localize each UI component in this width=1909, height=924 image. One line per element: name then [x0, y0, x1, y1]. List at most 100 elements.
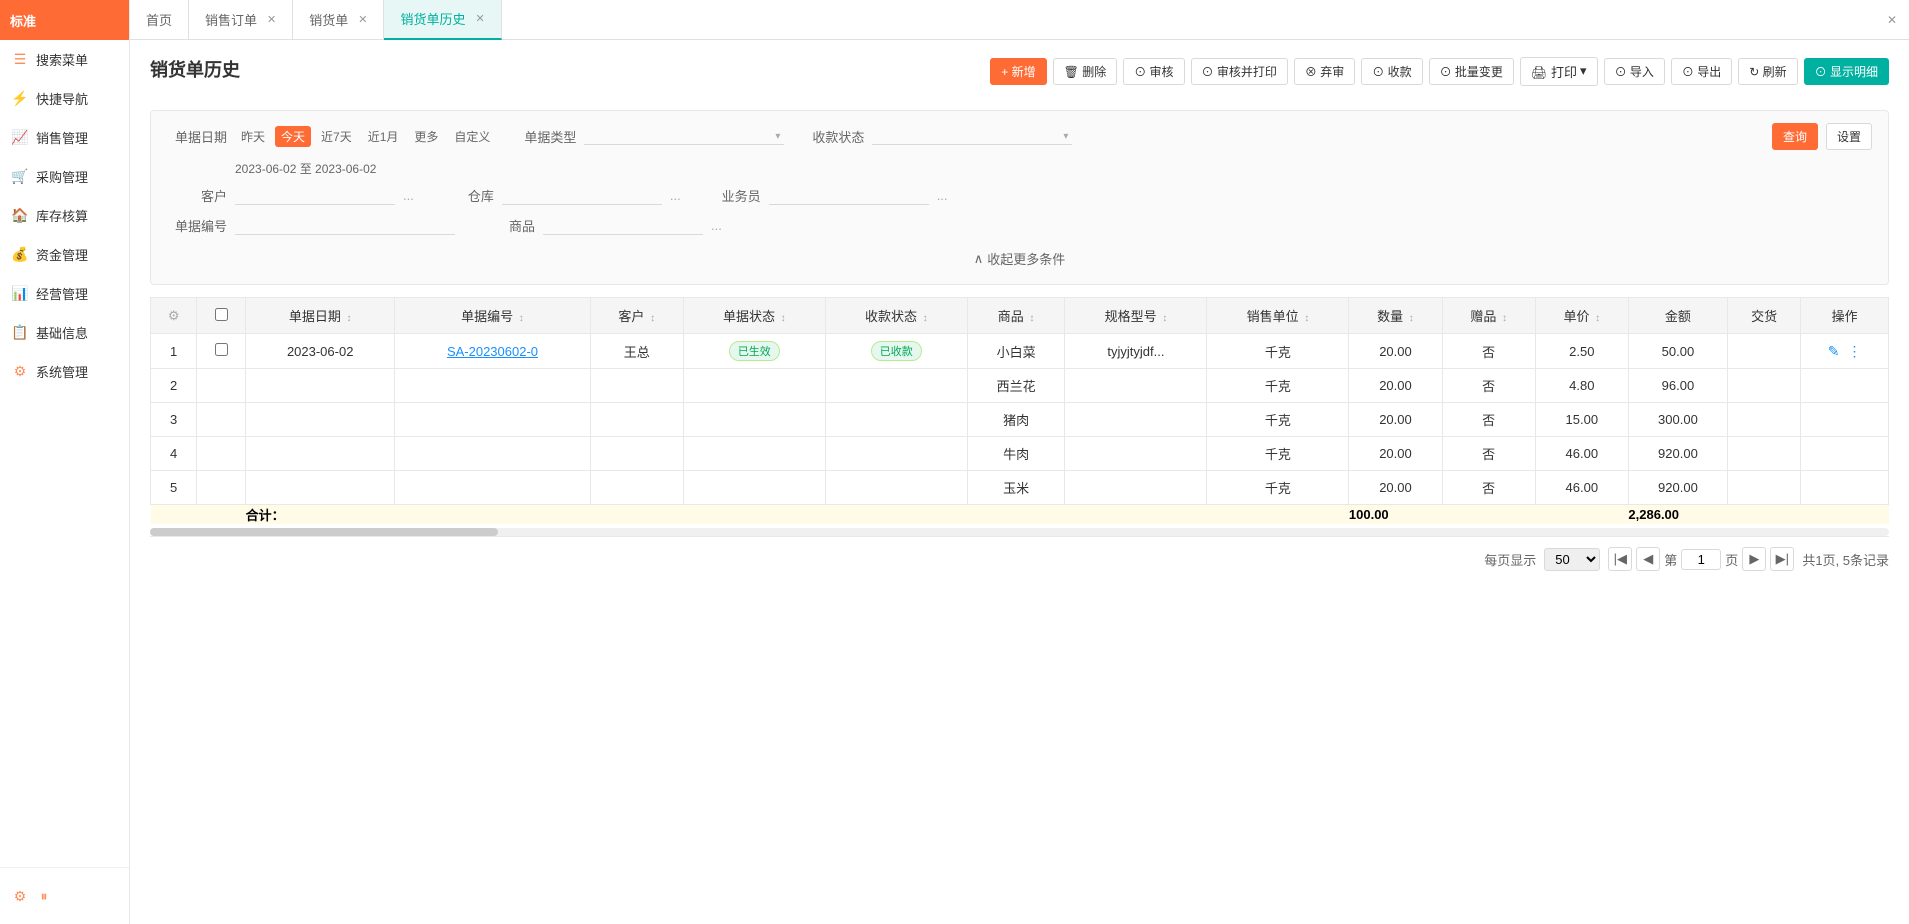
filter-customer: 客户 ...: [167, 185, 414, 205]
date-last7days[interactable]: 近7天: [315, 126, 358, 147]
close-sales-delivery-icon[interactable]: ✕: [358, 13, 367, 26]
sort-gift-icon[interactable]: ↕: [1502, 313, 1507, 324]
date-last1month[interactable]: 近1月: [362, 126, 405, 147]
th-amount: 金额: [1628, 298, 1727, 334]
filter-row-3: 单据编号 商品 ...: [167, 215, 1872, 235]
doc-no-link[interactable]: SA-20230602-0: [447, 344, 538, 359]
select-all-checkbox[interactable]: [215, 308, 228, 321]
cell-unit-price: 4.80: [1535, 369, 1628, 403]
payment-status-select[interactable]: ▾: [872, 129, 1072, 145]
page-number-input[interactable]: 1: [1681, 549, 1721, 570]
product-dots[interactable]: ...: [711, 218, 722, 233]
sort-customer-icon[interactable]: ↕: [650, 313, 655, 324]
audit-button[interactable]: ⊙ 审核: [1123, 58, 1184, 85]
sidebar-item-operations[interactable]: 📊 经营管理: [0, 274, 129, 313]
sort-date-icon[interactable]: ↕: [347, 313, 352, 324]
tab-sales-delivery-label: 销货单: [309, 10, 348, 29]
th-action: 操作: [1801, 298, 1889, 334]
export-button[interactable]: ⊙ 导出: [1671, 58, 1732, 85]
page-size-select[interactable]: 50 100 200: [1544, 548, 1600, 571]
sort-pay-status-icon[interactable]: ↕: [923, 313, 928, 324]
cell-unit: 千克: [1207, 437, 1349, 471]
edit-icon[interactable]: ✎: [1828, 343, 1840, 360]
row-checkbox[interactable]: [215, 343, 228, 356]
cell-trade: [1727, 369, 1800, 403]
new-button[interactable]: + 新增: [990, 58, 1046, 85]
date-more[interactable]: 更多: [408, 126, 444, 147]
tab-home[interactable]: 首页: [130, 0, 189, 40]
close-sales-order-icon[interactable]: ✕: [267, 13, 276, 26]
cell-doc-no: [395, 471, 590, 505]
first-page-button[interactable]: |◀: [1608, 547, 1632, 571]
cell-action: [1801, 471, 1889, 505]
sort-spec-icon[interactable]: ↕: [1162, 313, 1167, 324]
sort-doc-no-icon[interactable]: ↕: [519, 313, 524, 324]
tab-sales-delivery[interactable]: 销货单 ✕: [293, 0, 384, 40]
horizontal-scrollbar[interactable]: [150, 528, 1889, 536]
sort-quantity-icon[interactable]: ↕: [1409, 313, 1414, 324]
discard-button[interactable]: ⊗ 弃审: [1294, 58, 1355, 85]
sort-unit-price-icon[interactable]: ↕: [1595, 313, 1600, 324]
sidebar-settings-bottom[interactable]: ⚙ ⏸: [0, 878, 129, 914]
prev-page-button[interactable]: ◀: [1636, 547, 1660, 571]
sidebar-item-system-mgmt[interactable]: ⚙ 系统管理: [0, 352, 129, 391]
summary-total-amount: 2,286.00: [1628, 505, 1727, 525]
import-button[interactable]: ⊙ 导入: [1604, 58, 1665, 85]
system-mgmt-icon: ⚙: [12, 364, 28, 380]
refresh-button[interactable]: ↻ 刷新: [1738, 58, 1797, 85]
filter-area: 单据日期 昨天 今天 近7天 近1月 更多 自定义 单据类型: [150, 110, 1889, 285]
tab-sales-order-label: 销售订单: [205, 10, 257, 29]
close-sales-history-icon[interactable]: ✕: [476, 12, 485, 25]
sidebar-item-search-menu[interactable]: ☰ 搜索菜单: [0, 40, 129, 79]
settings-gear-icon[interactable]: ⚙: [168, 308, 180, 323]
batch-change-button[interactable]: ⊙ 批量变更: [1429, 58, 1514, 85]
show-detail-button[interactable]: ⊙ 显示明细: [1804, 58, 1889, 85]
sidebar-item-basic-info[interactable]: 📋 基础信息: [0, 313, 129, 352]
warehouse-dots[interactable]: ...: [670, 188, 681, 203]
warehouse-input[interactable]: [502, 185, 662, 205]
cell-doc-no: SA-20230602-0: [395, 334, 590, 369]
scroll-thumb[interactable]: [150, 528, 498, 536]
salesperson-input[interactable]: [769, 185, 929, 205]
last-page-button[interactable]: ▶|: [1770, 547, 1794, 571]
print-button[interactable]: 🖨 打印 ▾: [1520, 57, 1598, 86]
settings-button[interactable]: 设置: [1826, 123, 1872, 150]
cell-customer: [590, 403, 683, 437]
sort-product-icon[interactable]: ↕: [1029, 313, 1034, 324]
salesperson-dots[interactable]: ...: [937, 188, 948, 203]
customer-input[interactable]: [235, 185, 395, 205]
collect-button[interactable]: ⊙ 收款: [1361, 58, 1422, 85]
cell-gift: 否: [1442, 334, 1535, 369]
delete-button[interactable]: 🗑 删除: [1053, 58, 1118, 85]
date-yesterday[interactable]: 昨天: [235, 126, 271, 147]
collapse-label: 收起更多条件: [987, 249, 1065, 268]
sort-unit-icon[interactable]: ↕: [1304, 313, 1309, 324]
cell-amount: 300.00: [1628, 403, 1727, 437]
date-today[interactable]: 今天: [275, 126, 311, 147]
tab-sales-history[interactable]: 销货单历史 ✕: [384, 0, 501, 40]
sidebar-item-finance-mgmt[interactable]: 💰 资金管理: [0, 235, 129, 274]
close-all-tabs[interactable]: ✕: [1875, 13, 1909, 27]
more-icon[interactable]: ⋮: [1847, 343, 1861, 360]
sidebar-item-inventory[interactable]: 🏠 库存核算: [0, 196, 129, 235]
th-settings[interactable]: ⚙: [151, 298, 197, 334]
sidebar-item-label: 经营管理: [36, 284, 88, 303]
sort-doc-status-icon[interactable]: ↕: [781, 313, 786, 324]
customer-dots[interactable]: ...: [403, 188, 414, 203]
product-input[interactable]: [543, 215, 703, 235]
date-custom[interactable]: 自定义: [448, 126, 496, 147]
collapse-filter-button[interactable]: ∧ 收起更多条件: [167, 245, 1872, 272]
sidebar-item-purchase-mgmt[interactable]: 🛒 采购管理: [0, 157, 129, 196]
cell-no: 4: [151, 437, 197, 471]
tab-sales-order[interactable]: 销售订单 ✕: [189, 0, 293, 40]
doc-type-select[interactable]: ▾: [584, 129, 784, 145]
summary-price-empty: [1535, 505, 1628, 525]
product-label: 商品: [475, 216, 535, 235]
audit-print-button[interactable]: ⊙ 审核并打印: [1191, 58, 1288, 85]
next-page-button[interactable]: ▶: [1742, 547, 1766, 571]
sidebar-item-sales-mgmt[interactable]: 📈 销售管理: [0, 118, 129, 157]
sidebar-item-quick-nav[interactable]: ⚡ 快捷导航: [0, 79, 129, 118]
cell-customer: [590, 437, 683, 471]
doc-no-input[interactable]: [235, 215, 455, 235]
query-button[interactable]: 查询: [1772, 123, 1818, 150]
